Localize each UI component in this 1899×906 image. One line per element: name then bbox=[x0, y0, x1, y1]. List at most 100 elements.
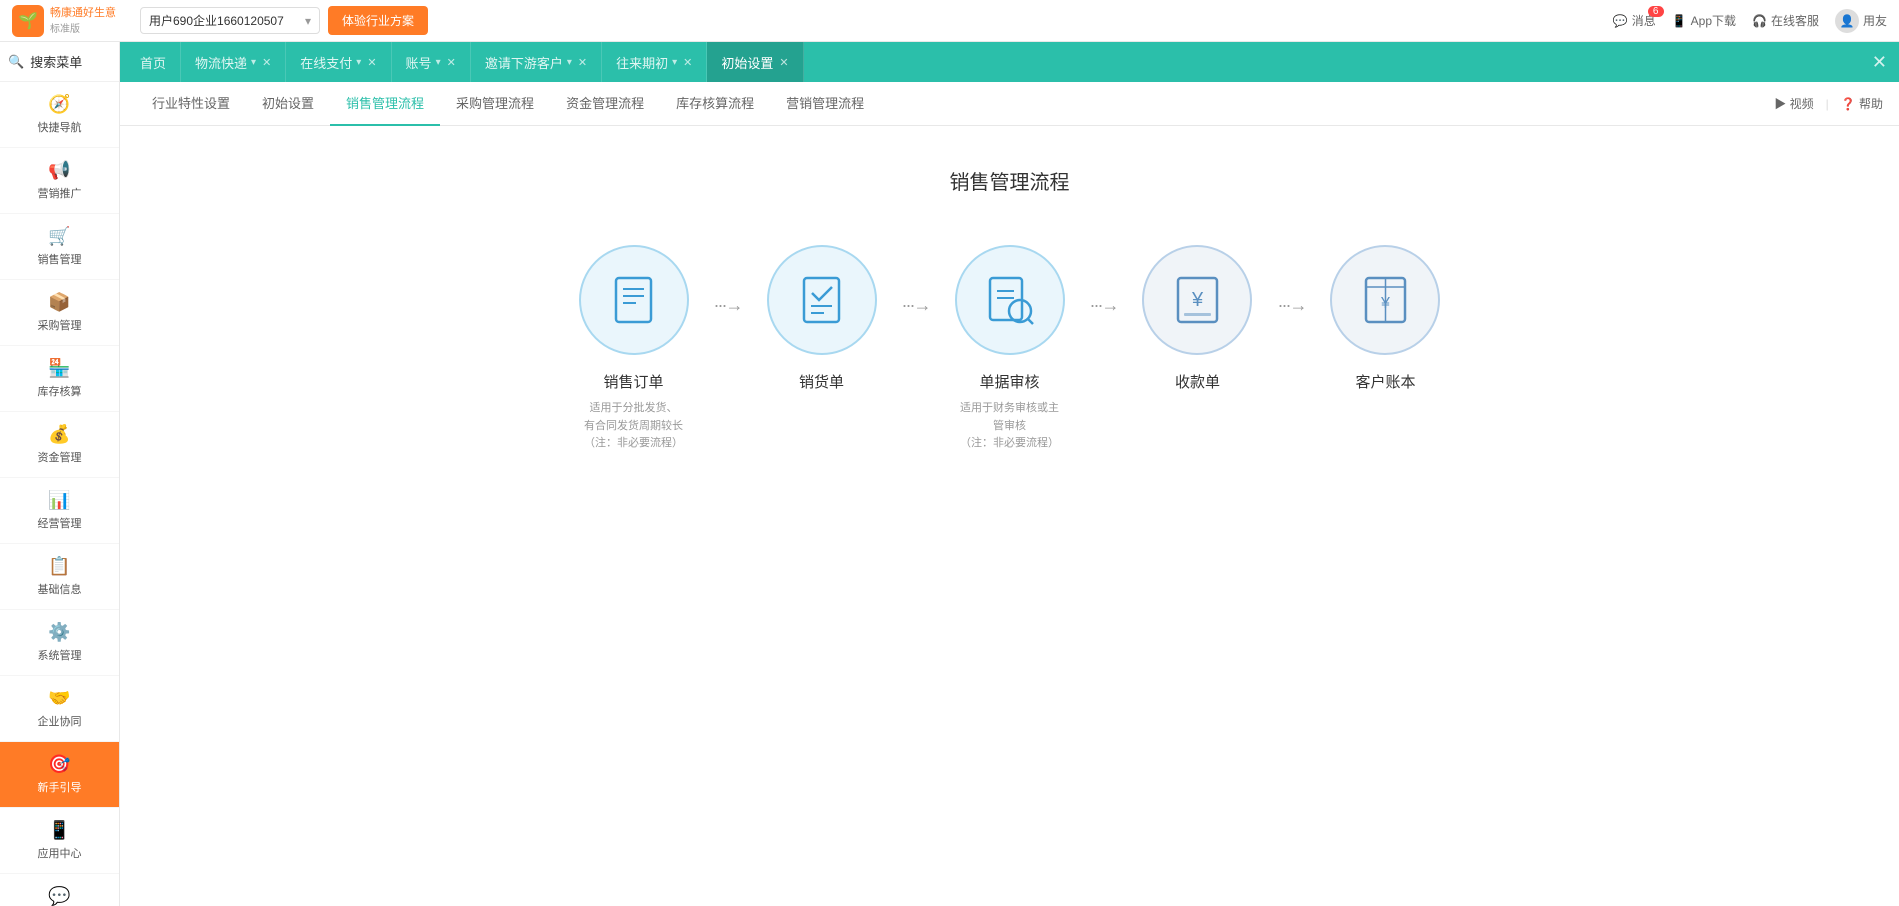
top-bar-right: 💬 消息 6 📱 App下载 🎧 在线客服 👤 用友 bbox=[1613, 9, 1887, 33]
tab-payment[interactable]: 在线支付 ▾ ✕ bbox=[286, 42, 391, 82]
sub-tab-marketing-flow[interactable]: 营销管理流程 bbox=[770, 82, 880, 126]
sub-tab-label: 采购管理流程 bbox=[456, 93, 534, 112]
tab-initial[interactable]: 往来期初 ▾ ✕ bbox=[602, 42, 707, 82]
sub-tab-label: 初始设置 bbox=[262, 93, 314, 112]
close-icon[interactable]: ✕ bbox=[262, 56, 271, 69]
close-icon[interactable]: ✕ bbox=[447, 56, 456, 69]
marketing-icon: 📢 bbox=[48, 160, 70, 181]
tab-invite[interactable]: 邀请下游客户 ▾ ✕ bbox=[471, 42, 602, 82]
sales-note-circle[interactable] bbox=[767, 245, 877, 355]
sidebar-item-finance[interactable]: 💰 资金管理 bbox=[0, 412, 119, 478]
sub-tab-actions: ▶ 视频 | ❓ 帮助 bbox=[1774, 95, 1883, 112]
tab-init-settings-label: 初始设置 bbox=[721, 53, 773, 72]
sidebar-item-inventory[interactable]: 🏪 库存核算 bbox=[0, 346, 119, 412]
close-icon[interactable]: ✕ bbox=[779, 56, 788, 69]
chevron-down-icon: ▾ bbox=[356, 57, 361, 68]
chevron-down-icon: ▾ bbox=[251, 57, 256, 68]
appstore-icon: 📱 bbox=[48, 820, 70, 841]
experience-button[interactable]: 体验行业方案 bbox=[328, 6, 428, 35]
content-area: 首页 物流快递 ▾ ✕ 在线支付 ▾ ✕ 账号 ▾ ✕ 邀请下游客户 ▾ ✕ bbox=[120, 42, 1899, 906]
sidebar-item-guide[interactable]: 🎯 新手引导 bbox=[0, 742, 119, 808]
nav-tabs: 首页 物流快递 ▾ ✕ 在线支付 ▾ ✕ 账号 ▾ ✕ 邀请下游客户 ▾ ✕ bbox=[120, 42, 1899, 82]
sales-order-circle[interactable] bbox=[579, 245, 689, 355]
tab-logistics-label: 物流快递 bbox=[195, 53, 247, 72]
user-selector[interactable]: 用户690企业1660120507 ▾ bbox=[140, 7, 320, 34]
tab-account[interactable]: 账号 ▾ ✕ bbox=[392, 42, 471, 82]
receipt-circle[interactable]: ¥ bbox=[1142, 245, 1252, 355]
sidebar-search[interactable]: 🔍 搜索菜单 bbox=[0, 42, 119, 82]
dropdown-arrow-icon: ▾ bbox=[305, 14, 311, 28]
arrow-2: ···→ bbox=[902, 245, 930, 316]
page-content: 销售管理流程 销售订单 适用于分批发货、有合同发货周期较长（注：非必要流程） bbox=[120, 126, 1899, 906]
flow-diagram: 销售订单 适用于分批发货、有合同发货周期较长（注：非必要流程） ···→ bbox=[140, 245, 1879, 453]
tab-home[interactable]: 首页 bbox=[132, 42, 181, 82]
sidebar-item-enterprise[interactable]: 🤝 企业协同 bbox=[0, 676, 119, 742]
flow-item-sales-note: 销货单 bbox=[742, 245, 902, 400]
app-download-item[interactable]: 📱 App下载 bbox=[1672, 12, 1736, 29]
arrow-1: ···→ bbox=[714, 245, 742, 316]
sidebar-item-operations[interactable]: 📊 经营管理 bbox=[0, 478, 119, 544]
sub-tab-label: 库存核算流程 bbox=[676, 93, 754, 112]
sub-tab-label: 行业特性设置 bbox=[152, 93, 230, 112]
sub-tab-sales-flow[interactable]: 销售管理流程 bbox=[330, 82, 440, 126]
sidebar-item-sales[interactable]: 🛒 销售管理 bbox=[0, 214, 119, 280]
sidebar-label: 营销推广 bbox=[38, 185, 82, 201]
inventory-icon: 🏪 bbox=[48, 358, 70, 379]
message-item[interactable]: 💬 消息 6 bbox=[1613, 12, 1656, 29]
tab-init-settings[interactable]: 初始设置 ✕ bbox=[707, 42, 803, 82]
sub-tab-purchase-flow[interactable]: 采购管理流程 bbox=[440, 82, 550, 126]
message-icon: 💬 bbox=[1613, 14, 1628, 28]
sidebar: 🔍 搜索菜单 🧭 快捷导航 📢 营销推广 🛒 销售管理 📦 采购管理 🏪 库存核… bbox=[0, 42, 120, 906]
logo-text: 畅康通好生意 bbox=[50, 6, 116, 20]
flow-item-sales-order: 销售订单 适用于分批发货、有合同发货周期较长（注：非必要流程） bbox=[554, 245, 714, 453]
sub-tab-init[interactable]: 初始设置 bbox=[246, 82, 330, 126]
sales-order-label: 销售订单 bbox=[604, 371, 664, 392]
sidebar-item-yingxiao[interactable]: 📢 营销推广 bbox=[0, 148, 119, 214]
tab-logistics[interactable]: 物流快递 ▾ ✕ bbox=[181, 42, 286, 82]
close-all-tabs-button[interactable]: ✕ bbox=[1872, 52, 1887, 73]
sidebar-label: 企业协同 bbox=[38, 713, 82, 729]
sidebar-label: 系统管理 bbox=[38, 647, 82, 663]
tab-home-label: 首页 bbox=[140, 53, 166, 72]
top-bar-left: 🌱 畅康通好生意 标准版 用户690企业1660120507 ▾ 体验行业方案 bbox=[12, 5, 428, 37]
basic-icon: 📋 bbox=[48, 556, 70, 577]
sub-tab-inventory-flow[interactable]: 库存核算流程 bbox=[660, 82, 770, 126]
sub-tabs: 行业特性设置 初始设置 销售管理流程 采购管理流程 资金管理流程 库存核算流程 … bbox=[120, 82, 1899, 126]
chevron-down-icon: ▾ bbox=[436, 57, 441, 68]
service-icon: 🎧 bbox=[1752, 14, 1767, 28]
sidebar-item-wechat[interactable]: 💬 企业微信 bbox=[0, 874, 119, 906]
sidebar-item-system[interactable]: ⚙️ 系统管理 bbox=[0, 610, 119, 676]
sub-tab-industry[interactable]: 行业特性设置 bbox=[136, 82, 246, 126]
tab-initial-label: 往来期初 bbox=[616, 53, 668, 72]
sidebar-item-kuaijie[interactable]: 🧭 快捷导航 bbox=[0, 82, 119, 148]
sales-icon: 🛒 bbox=[48, 226, 70, 247]
video-button[interactable]: ▶ 视频 bbox=[1774, 95, 1813, 112]
sidebar-item-purchase[interactable]: 📦 采购管理 bbox=[0, 280, 119, 346]
close-icon[interactable]: ✕ bbox=[683, 56, 692, 69]
service-item[interactable]: 🎧 在线客服 bbox=[1752, 12, 1819, 29]
flow-item-doc-review: 单据审核 适用于财务审核或主管审核（注：非必要流程） bbox=[930, 245, 1090, 453]
flow-item-receipt: ¥ 收款单 bbox=[1117, 245, 1277, 400]
search-icon: 🔍 bbox=[8, 54, 24, 70]
sidebar-label: 新手引导 bbox=[38, 779, 82, 795]
close-icon[interactable]: ✕ bbox=[578, 56, 587, 69]
customer-ledger-circle[interactable]: ¥ bbox=[1330, 245, 1440, 355]
finance-icon: 💰 bbox=[48, 424, 70, 445]
sidebar-label: 库存核算 bbox=[38, 383, 82, 399]
close-icon[interactable]: ✕ bbox=[367, 56, 376, 69]
flow-item-customer-ledger: ¥ 客户账本 bbox=[1305, 245, 1465, 400]
help-button[interactable]: ❓ 帮助 bbox=[1841, 95, 1883, 112]
sidebar-label: 销售管理 bbox=[38, 251, 82, 267]
purchase-icon: 📦 bbox=[48, 292, 70, 313]
user-item[interactable]: 👤 用友 bbox=[1835, 9, 1887, 33]
sidebar-item-basic[interactable]: 📋 基础信息 bbox=[0, 544, 119, 610]
sales-note-label: 销货单 bbox=[799, 371, 844, 392]
sub-tab-finance-flow[interactable]: 资金管理流程 bbox=[550, 82, 660, 126]
doc-review-circle[interactable] bbox=[955, 245, 1065, 355]
sidebar-label: 应用中心 bbox=[38, 845, 82, 861]
sidebar-label: 经营管理 bbox=[38, 515, 82, 531]
logo-sub: 标准版 bbox=[50, 20, 116, 35]
sidebar-item-appstore[interactable]: 📱 应用中心 bbox=[0, 808, 119, 874]
service-label: 在线客服 bbox=[1771, 12, 1819, 29]
sidebar-label: 快捷导航 bbox=[38, 119, 82, 135]
